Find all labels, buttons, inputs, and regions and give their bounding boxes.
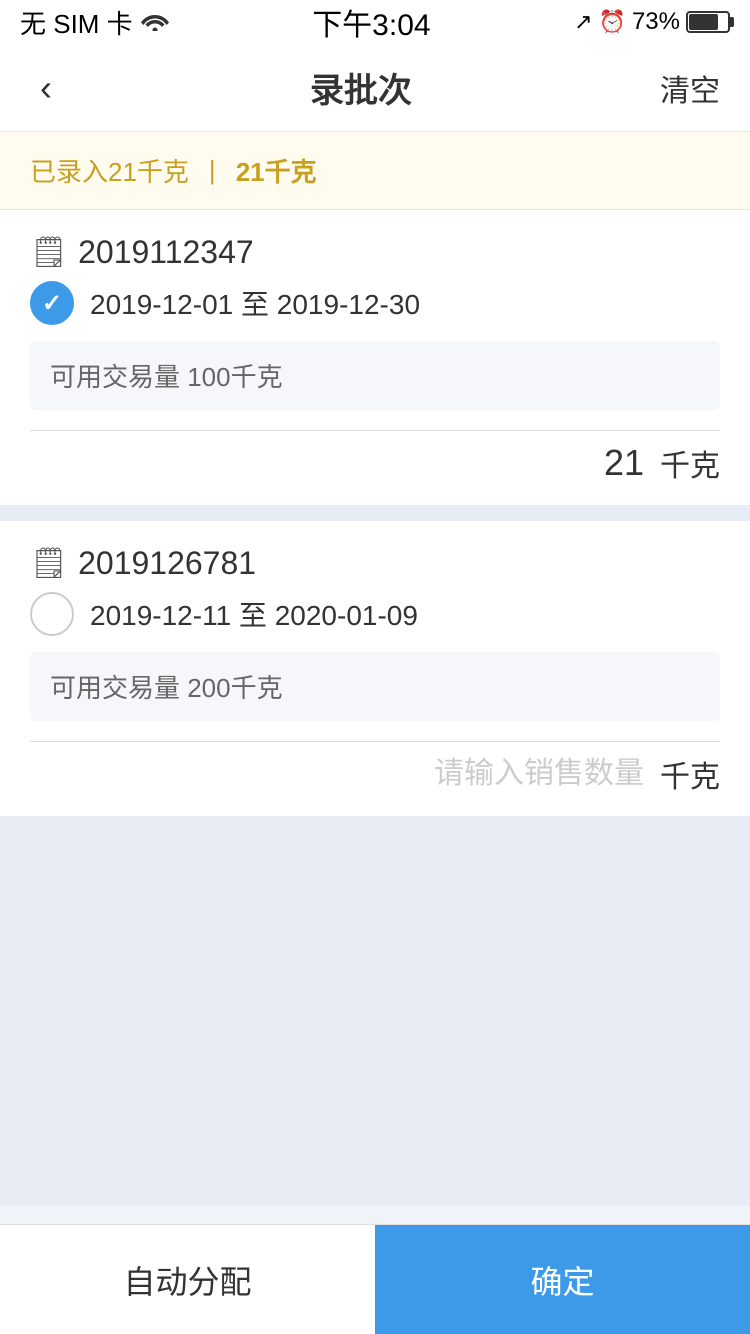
quantity-value-1: 21 bbox=[604, 442, 644, 484]
item-date-row-2[interactable]: 2019-12-11 至 2020-01-09 bbox=[0, 592, 750, 652]
status-bar: 无 SIM 卡 下午3:04 ↗ ⏰ 73% bbox=[0, 0, 750, 44]
item-icon-1: 🗒 bbox=[30, 235, 68, 270]
empty-area bbox=[0, 816, 750, 1206]
status-left: 无 SIM 卡 bbox=[20, 4, 169, 41]
item-card-1: 🗒 2019112347 2019-12-01 至 2019-12-30 可用交… bbox=[0, 210, 750, 505]
status-right: ↗ ⏰ 73% bbox=[574, 8, 730, 36]
item-header-1: 🗒 2019112347 bbox=[0, 210, 750, 281]
carrier-text: 无 SIM 卡 bbox=[20, 4, 133, 41]
item-date-row-1[interactable]: 2019-12-01 至 2019-12-30 bbox=[0, 281, 750, 341]
radio-button-2[interactable] bbox=[30, 592, 74, 636]
input-row-2: 千克 bbox=[0, 742, 750, 816]
summary-label: 已录入21千克 bbox=[30, 152, 189, 189]
quantity-input-2[interactable] bbox=[404, 757, 644, 791]
confirm-button[interactable]: 确定 bbox=[375, 1225, 750, 1334]
item-availability-2: 可用交易量 200千克 bbox=[30, 652, 720, 721]
quantity-unit-1: 千克 bbox=[660, 441, 720, 485]
location-icon: ↗ bbox=[574, 9, 592, 35]
radio-button-1[interactable] bbox=[30, 281, 74, 325]
item-id-1: 2019112347 bbox=[78, 234, 254, 271]
summary-value: 21千克 bbox=[236, 152, 317, 189]
input-unit-2: 千克 bbox=[660, 752, 720, 796]
section-divider bbox=[0, 505, 750, 521]
item-header-2: 🗒 2019126781 bbox=[0, 521, 750, 592]
clear-button[interactable]: 清空 bbox=[660, 66, 720, 110]
battery-icon bbox=[686, 11, 730, 33]
item-date-2: 2019-12-11 至 2020-01-09 bbox=[90, 594, 418, 634]
wifi-icon bbox=[141, 7, 169, 38]
bottom-bar: 自动分配 确定 bbox=[0, 1224, 750, 1334]
page-title: 录批次 bbox=[310, 63, 412, 112]
item-id-2: 2019126781 bbox=[78, 545, 256, 582]
quantity-row-1: 21 千克 bbox=[0, 431, 750, 505]
battery-percent: 73% bbox=[632, 8, 680, 36]
auto-distribute-button[interactable]: 自动分配 bbox=[0, 1225, 375, 1334]
summary-divider: | bbox=[209, 155, 216, 186]
item-card-2: 🗒 2019126781 2019-12-11 至 2020-01-09 可用交… bbox=[0, 521, 750, 816]
back-button[interactable]: ‹ bbox=[30, 57, 62, 119]
alarm-icon: ⏰ bbox=[599, 9, 626, 35]
status-time: 下午3:04 bbox=[312, 0, 430, 44]
item-icon-2: 🗒 bbox=[30, 546, 68, 581]
summary-bar: 已录入21千克 | 21千克 bbox=[0, 132, 750, 210]
item-date-1: 2019-12-01 至 2019-12-30 bbox=[90, 283, 420, 323]
nav-bar: ‹ 录批次 清空 bbox=[0, 44, 750, 132]
item-availability-1: 可用交易量 100千克 bbox=[30, 341, 720, 410]
